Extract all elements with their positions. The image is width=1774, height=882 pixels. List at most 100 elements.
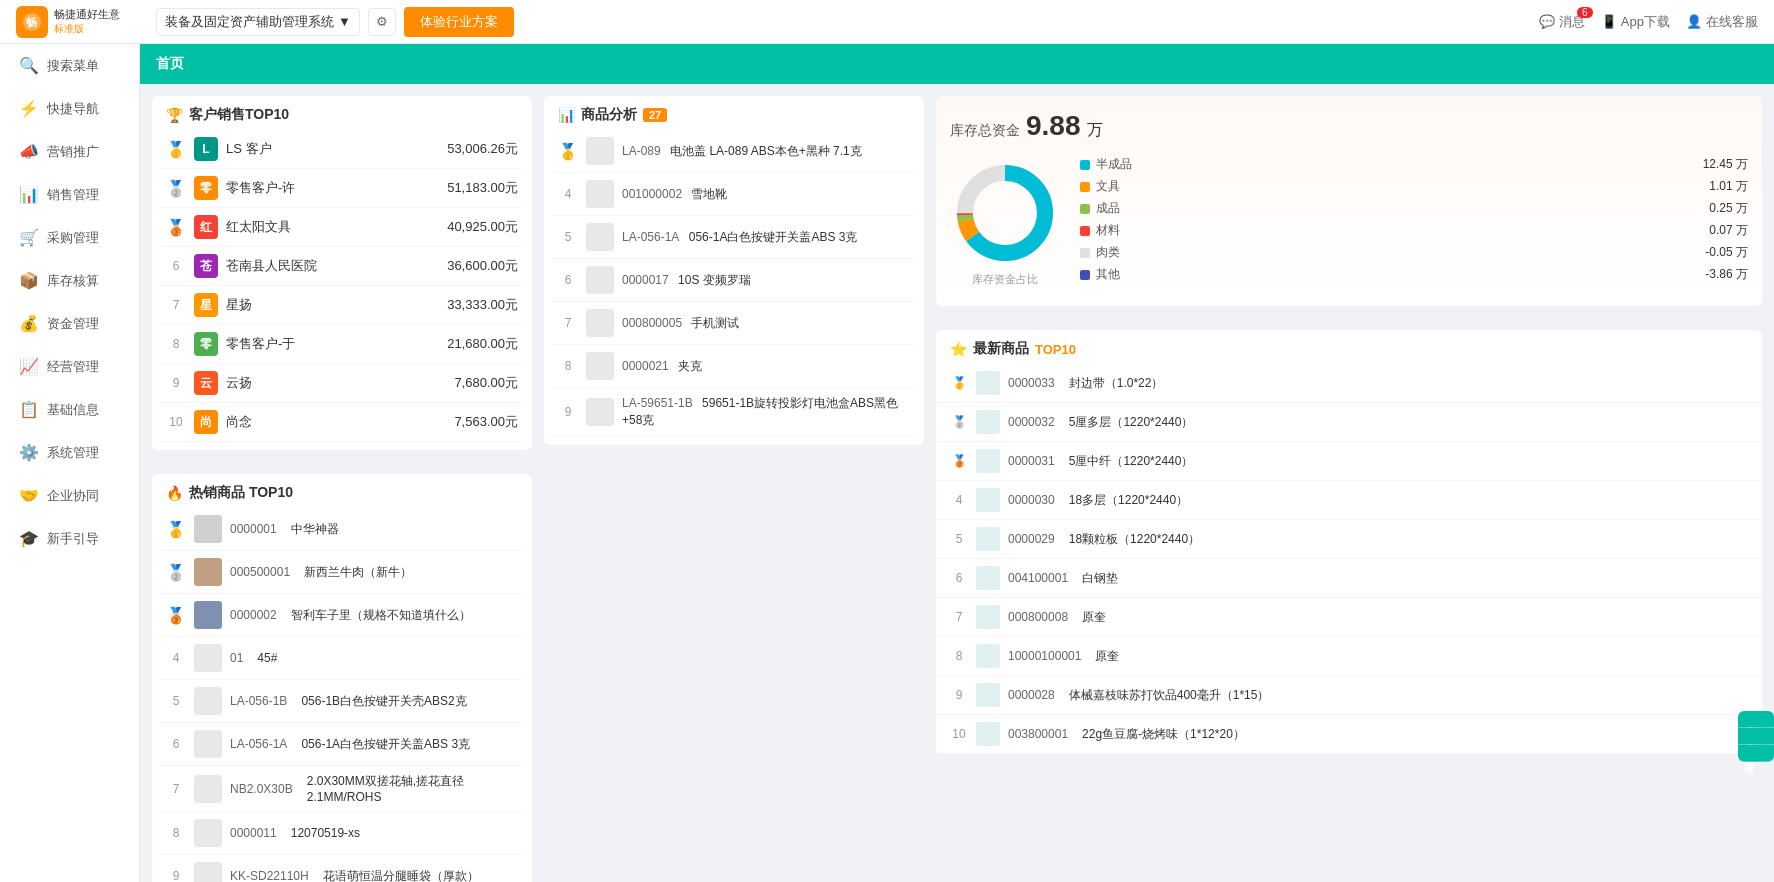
product-code: 0000028 <box>1008 688 1055 702</box>
product-name: 18颗粒板（1220*2440） <box>1069 531 1200 548</box>
logo-area: 畅 畅捷通好生意 标准版 <box>16 6 156 38</box>
customer-name: 云扬 <box>226 374 446 392</box>
rank-number: 9 <box>166 869 186 882</box>
customer-value: 21,680.00元 <box>447 335 518 353</box>
product-code: 0000017 <box>622 273 669 287</box>
product-name: 体械嘉枝味苏打饮品400毫升（1*15） <box>1069 687 1270 704</box>
product-thumbnail <box>194 775 222 803</box>
sidebar-item-operations[interactable]: 📈 经营管理 <box>0 345 139 388</box>
rank-number: 6 <box>166 259 186 273</box>
product-code: 01 <box>230 651 243 665</box>
sidebar-item-search[interactable]: 🔍 搜索菜单 <box>0 44 139 87</box>
fire-icon: 🔥 <box>166 485 183 501</box>
new-product-item: 9 0000028 体械嘉枝味苏打饮品400毫升（1*15） <box>936 676 1762 715</box>
new-products-card: ⭐ 最新商品 TOP10 🥇 0000033 封边带（1.0*22） <box>936 330 1762 754</box>
customer-name: 尚念 <box>226 413 446 431</box>
customer-service-button[interactable]: 客服热线 <box>1738 711 1774 728</box>
legend-item: 文具 1.01 万 <box>1080 178 1748 195</box>
sidebar-item-marketing[interactable]: 📣 营销推广 <box>0 130 139 173</box>
product-name: 5厘多层（1220*2440） <box>1069 414 1194 431</box>
product-name: 中华神器 <box>291 521 339 538</box>
sidebar-label-system: 系统管理 <box>47 444 99 462</box>
legend-name: 肉类 <box>1096 244 1699 261</box>
product-code: 001000002 <box>622 187 682 201</box>
rank-number: 6 <box>950 571 968 585</box>
customer-rank-card: 🏆 客户销售TOP10 🥇 L LS 客户 53,006.26元 🥈 零 <box>152 96 532 450</box>
sidebar-item-quicknav[interactable]: ⚡ 快捷导航 <box>0 87 139 130</box>
basic-icon: 📋 <box>19 400 39 419</box>
rank-number: 4 <box>558 187 578 201</box>
sidebar-item-sales[interactable]: 📊 销售管理 <box>0 173 139 216</box>
purchase-icon: 🛒 <box>19 228 39 247</box>
sidebar-label-marketing: 营销推广 <box>47 143 99 161</box>
logo-badge: 标准版 <box>54 22 120 36</box>
product-analysis-item: 8 0000021 夹克 <box>552 345 916 388</box>
product-thumbnail <box>586 223 614 251</box>
product-name: 白钢垫 <box>1082 570 1118 587</box>
chart-icon: 📊 <box>558 107 575 123</box>
hot-product-item: 7 NB2.0X30B 2.0X30MM双搓花轴,搓花直径2.1MM/ROHS <box>160 766 524 812</box>
customer-avatar: 零 <box>194 176 218 200</box>
new-product-item: 7 000800008 原奎 <box>936 598 1762 637</box>
hot-product-item: 9 KK-SD22110H 花语萌恒温分腿睡袋（厚款） <box>160 855 524 882</box>
product-name: 花语萌恒温分腿睡袋（厚款） <box>323 868 479 883</box>
header-middle: 装备及固定资产辅助管理系统 ▼ ⚙ 体验行业方案 <box>156 7 1539 37</box>
product-code: 004100001 <box>1008 571 1068 585</box>
product-thumbnail <box>976 449 1000 473</box>
product-code: 10000100001 <box>1008 649 1081 663</box>
dropdown-icon: ▼ <box>338 14 351 29</box>
sidebar-item-system[interactable]: ⚙️ 系统管理 <box>0 431 139 474</box>
hot-product-item: 🥇 0000001 中华神器 <box>160 508 524 551</box>
sidebar-item-basic[interactable]: 📋 基础信息 <box>0 388 139 431</box>
legend-color-dot <box>1080 270 1090 280</box>
product-thumbnail <box>194 819 222 847</box>
sidebar-item-collab[interactable]: 🤝 企业协同 <box>0 474 139 517</box>
customer-avatar: 尚 <box>194 410 218 434</box>
product-name: 10S 变频罗瑞 <box>678 273 751 287</box>
customer-name: 零售客户-许 <box>226 179 439 197</box>
product-analysis-item: 🥇 LA-089 电池盖 LA-089 ABS本色+黑种 7.1克 <box>552 130 916 173</box>
product-thumbnail <box>194 601 222 629</box>
community-button[interactable]: 服务社区 <box>1738 728 1774 745</box>
product-name: 056-1A白色按键开关盖ABS 3克 <box>689 230 858 244</box>
trial-button[interactable]: 体验行业方案 <box>404 7 514 37</box>
rank-number: 8 <box>950 649 968 663</box>
rank-item: 10 尚 尚念 7,563.00元 <box>160 403 524 442</box>
product-code: 0000029 <box>1008 532 1055 546</box>
settings-button[interactable]: ⚙ <box>368 8 396 36</box>
product-name: 12070519-xs <box>291 826 360 840</box>
product-code: LA-056-1A <box>230 737 287 751</box>
message-badge: 6 <box>1577 7 1593 18</box>
product-code: 0000002 <box>230 608 277 622</box>
customer-avatar: 云 <box>194 371 218 395</box>
message-button[interactable]: 💬 消息 6 <box>1539 13 1585 31</box>
product-name: 雪地靴 <box>691 187 727 201</box>
new-products-list: 🥇 0000033 封边带（1.0*22） 🥈 0000032 5厘多层（122… <box>936 364 1762 754</box>
product-info: 000800005 手机测试 <box>622 315 910 332</box>
sidebar-item-inventory[interactable]: 📦 库存核算 <box>0 259 139 302</box>
legend-color-dot <box>1080 160 1090 170</box>
rank-number: 4 <box>166 651 186 665</box>
service-button[interactable]: 👤 在线客服 <box>1686 13 1758 31</box>
main-layout: 🔍 搜索菜单 ⚡ 快捷导航 📣 营销推广 📊 销售管理 🛒 采购管理 📦 库存核… <box>0 44 1774 882</box>
app-download-button[interactable]: 📱 App下载 <box>1601 13 1670 31</box>
page-title: 首页 <box>156 55 184 73</box>
rank-number: 9 <box>166 376 186 390</box>
rank-item: 7 星 星扬 33,333.00元 <box>160 286 524 325</box>
sidebar-item-purchase[interactable]: 🛒 采购管理 <box>0 216 139 259</box>
product-name: 056-1B白色按键开关壳ABS2克 <box>301 693 466 710</box>
sidebar-item-finance[interactable]: 💰 资金管理 <box>0 302 139 345</box>
product-thumbnail <box>976 605 1000 629</box>
new-product-item: 🥇 0000033 封边带（1.0*22） <box>936 364 1762 403</box>
live-button[interactable]: 直播 <box>1738 745 1774 762</box>
customer-value: 7,563.00元 <box>454 413 518 431</box>
sidebar-item-guide[interactable]: 🎓 新手引导 <box>0 517 139 560</box>
rank-number: 7 <box>950 610 968 624</box>
rank-number: 7 <box>166 298 186 312</box>
inventory-title: 库存总资金 <box>950 122 1020 140</box>
legend-name: 材料 <box>1096 222 1703 239</box>
product-code: 000800008 <box>1008 610 1068 624</box>
customer-avatar: 零 <box>194 332 218 356</box>
system-name[interactable]: 装备及固定资产辅助管理系统 ▼ <box>156 8 360 36</box>
product-code: LA-089 <box>622 144 661 158</box>
